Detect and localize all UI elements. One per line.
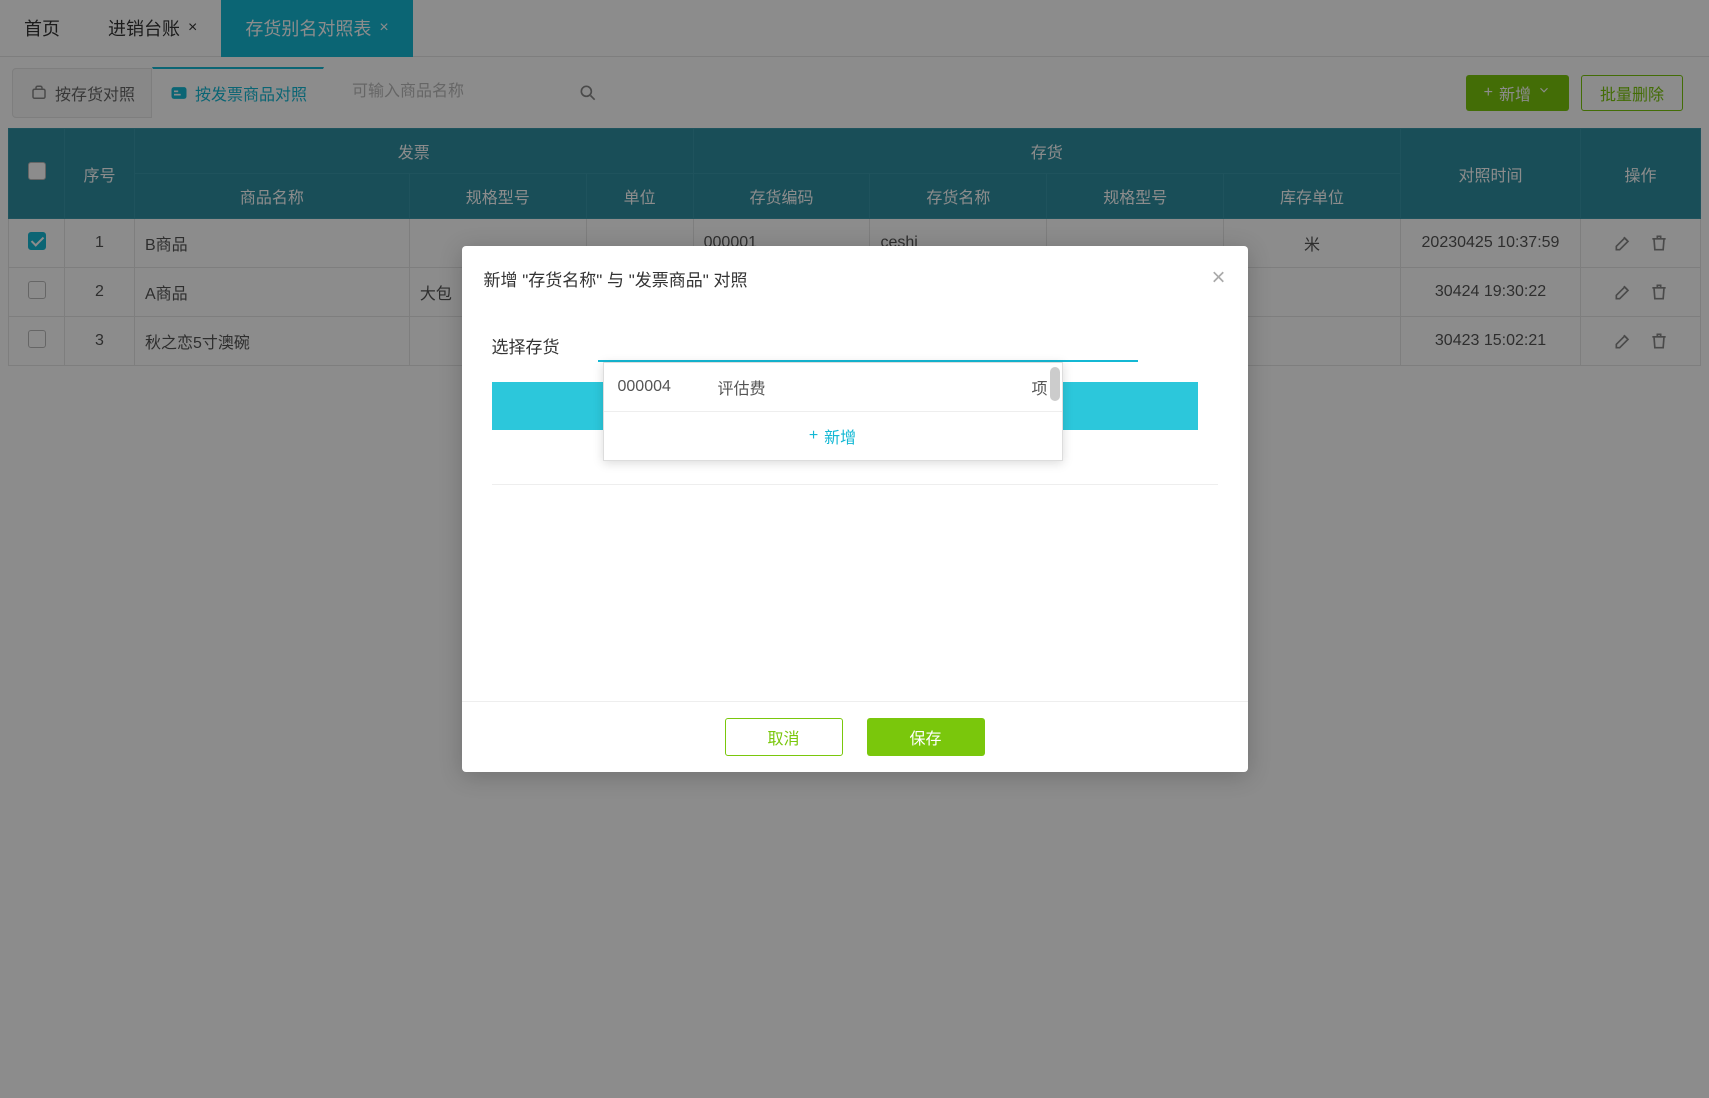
option-code: 000004 <box>618 378 718 396</box>
inventory-dropdown: 000004 评估费 项 + 新增 <box>603 362 1063 461</box>
dropdown-add-label: 新增 <box>824 424 856 448</box>
modal-footer: 取消 保存 <box>462 701 1248 772</box>
dropdown-add[interactable]: + 新增 <box>604 411 1062 460</box>
save-button[interactable]: 保存 <box>867 718 985 756</box>
cancel-button[interactable]: 取消 <box>725 718 843 756</box>
close-icon[interactable]: × <box>1211 264 1225 292</box>
modal-body: 选择存货 000004 评估费 项 + 新增 <box>462 310 1248 701</box>
inventory-input[interactable] <box>598 328 1138 362</box>
select-inventory-label: 选择存货 <box>492 333 582 358</box>
modal-header: 新增 "存货名称" 与 "发票商品" 对照 × <box>462 246 1248 310</box>
scrollbar-thumb[interactable] <box>1050 367 1060 401</box>
modal-title: 新增 "存货名称" 与 "发票商品" 对照 <box>484 266 748 291</box>
select-inventory-row: 选择存货 <box>492 328 1218 362</box>
add-compare-modal: 新增 "存货名称" 与 "发票商品" 对照 × 选择存货 000004 评估费 … <box>462 246 1248 772</box>
inventory-input-wrap <box>598 328 1218 362</box>
dropdown-option[interactable]: 000004 评估费 项 <box>604 363 1062 411</box>
plus-icon: + <box>809 427 818 445</box>
option-name: 评估费 <box>718 375 1008 399</box>
modal-body-divider <box>492 484 1218 485</box>
option-unit: 项 <box>1008 375 1048 399</box>
